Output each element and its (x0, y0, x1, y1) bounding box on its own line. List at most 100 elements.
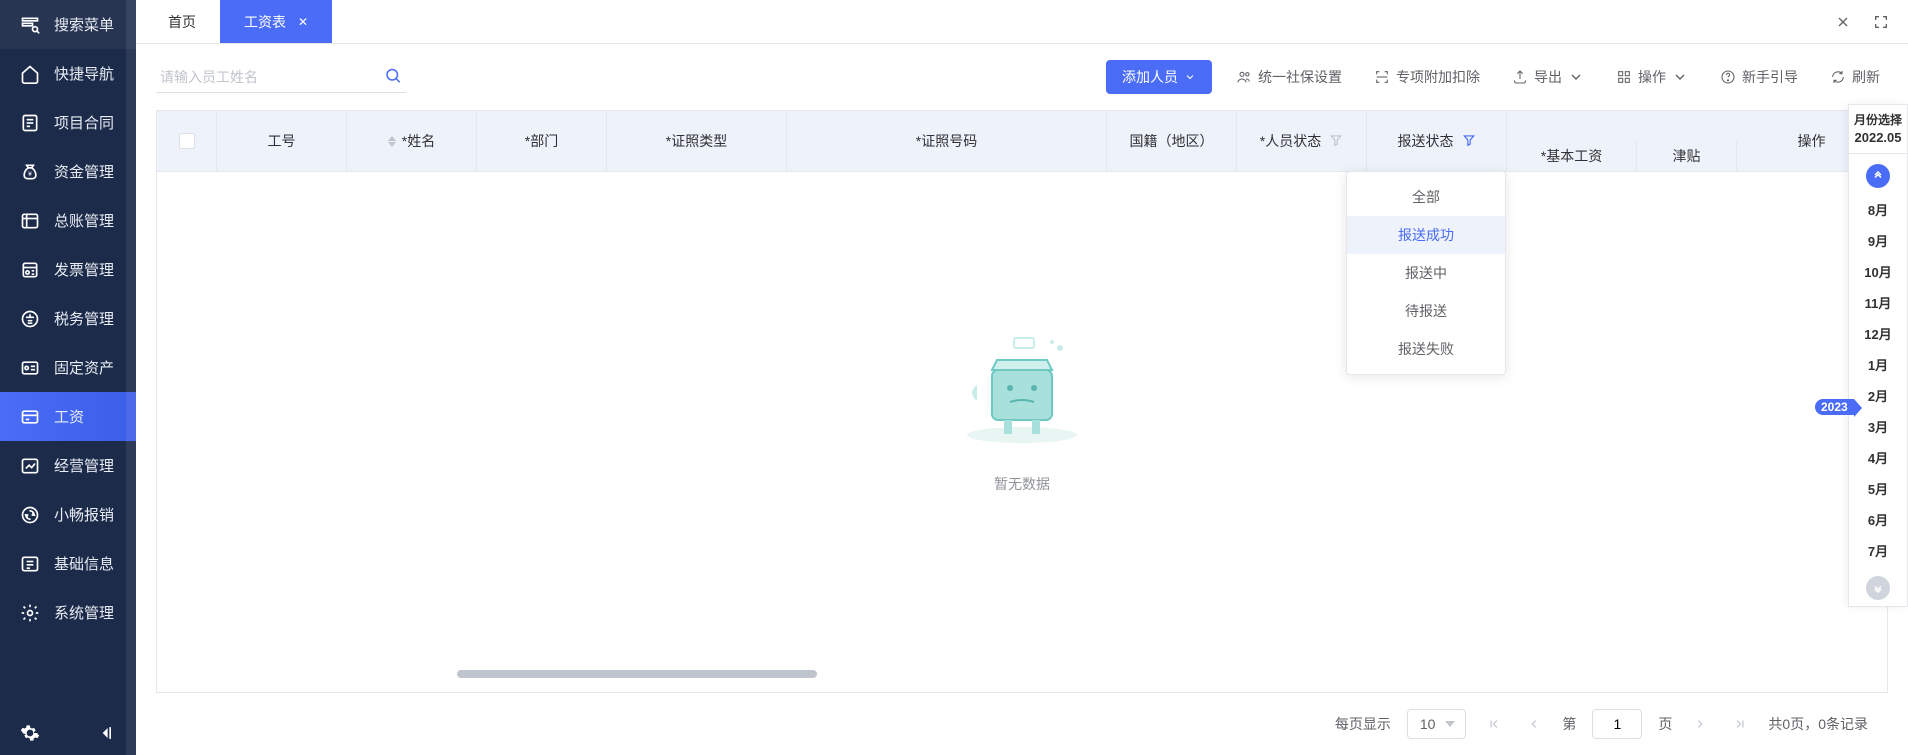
sidebar-item-basic-info[interactable]: 基础信息 (0, 539, 136, 588)
search-list-icon (20, 15, 40, 35)
th-person-status[interactable]: *人员状态 (1237, 111, 1367, 171)
sidebar-item-assets[interactable]: 固定资产 (0, 343, 136, 392)
filter-dropdown: 全部 报送成功 报送中 待报送 报送失败 (1346, 171, 1506, 375)
invoice-icon (20, 260, 40, 280)
th-nationality[interactable]: 国籍（地区） (1107, 111, 1237, 171)
sidebar-item-reimburse[interactable]: 小畅报销 (0, 490, 136, 539)
button-label: 刷新 (1852, 67, 1880, 87)
th-employee-id[interactable]: 工号 (217, 111, 347, 171)
sidebar-item-label: 资金管理 (54, 161, 114, 182)
month-option[interactable]: 8月 (1849, 194, 1907, 225)
sidebar-item-label: 工资 (54, 406, 84, 427)
horizontal-scrollbar[interactable] (457, 670, 817, 678)
button-label: 添加人员 (1122, 67, 1178, 87)
filter-option-success[interactable]: 报送成功 (1347, 216, 1505, 254)
tab-home[interactable]: 首页 (144, 0, 220, 43)
sidebar-item-search-menu[interactable]: 搜索菜单 (0, 0, 136, 49)
month-scroll-up-button[interactable] (1866, 164, 1890, 188)
add-employee-button[interactable]: 添加人员 (1106, 60, 1212, 94)
page-suffix-label: 页 (1658, 714, 1672, 734)
gear-icon[interactable] (20, 723, 40, 743)
th-doc-type[interactable]: *证照类型 (607, 111, 787, 171)
month-option[interactable]: 9月 (1849, 225, 1907, 256)
filter-icon[interactable] (1329, 133, 1343, 150)
ledger-icon (20, 211, 40, 231)
search-input[interactable] (156, 61, 406, 93)
filter-option-failed[interactable]: 报送失败 (1347, 330, 1505, 368)
action-button[interactable]: 操作 (1608, 60, 1696, 94)
filter-icon[interactable] (1462, 133, 1476, 150)
page-size-select[interactable]: 10 (1407, 709, 1467, 739)
month-option[interactable]: 11月 (1849, 287, 1907, 318)
guide-button[interactable]: 新手引导 (1712, 60, 1806, 94)
pagination-summary: 共0页，0条记录 (1768, 714, 1868, 734)
sidebar-item-tax[interactable]: 税务管理 (0, 294, 136, 343)
refresh-button[interactable]: 刷新 (1822, 60, 1888, 94)
th-doc-number[interactable]: *证照号码 (787, 111, 1107, 171)
sidebar-item-system[interactable]: 系统管理 (0, 588, 136, 637)
salary-icon (20, 407, 40, 427)
month-option[interactable]: 10月 (1849, 256, 1907, 287)
sidebar-item-invoice[interactable]: 发票管理 (0, 245, 136, 294)
sidebar-item-funds[interactable]: ¥ 资金管理 (0, 147, 136, 196)
fullscreen-button[interactable] (1866, 7, 1896, 37)
sidebar-item-label: 基础信息 (54, 553, 114, 574)
month-option[interactable]: 5月 (1849, 473, 1907, 504)
tab-close-all-button[interactable] (1828, 7, 1858, 37)
empty-illustration-icon (952, 330, 1092, 450)
th-allowance[interactable]: 津贴 (1637, 141, 1737, 171)
month-option[interactable]: 7月 (1849, 535, 1907, 566)
collapse-icon[interactable] (96, 723, 116, 743)
sidebar-item-project-contract[interactable]: 项目合同 (0, 98, 136, 147)
th-label: *证照号码 (916, 131, 977, 151)
search-icon[interactable] (384, 67, 402, 88)
per-page-label: 每页显示 (1335, 714, 1391, 734)
sidebar-item-salary[interactable]: 工资 (0, 392, 136, 441)
sidebar-item-operations[interactable]: 经营管理 (0, 441, 136, 490)
th-basic-salary[interactable]: *基本工资 (1507, 141, 1637, 171)
filter-option-pending[interactable]: 待报送 (1347, 292, 1505, 330)
sidebar-item-ledger[interactable]: 总账管理 (0, 196, 136, 245)
month-option[interactable]: 12月 (1849, 318, 1907, 349)
month-option[interactable]: 1月 (1849, 349, 1907, 380)
operations-icon (20, 456, 40, 476)
pagination: 每页显示 10 第 页 共0页，0条记录 (136, 693, 1908, 755)
th-name[interactable]: *姓名 (347, 111, 477, 171)
month-option[interactable]: 4月 (1849, 442, 1907, 473)
month-scroll-down-button[interactable] (1866, 576, 1890, 600)
th-report-status[interactable]: 报送状态 全部 报送成功 报送中 待报送 报送失败 (1367, 111, 1507, 171)
sidebar-item-label: 快捷导航 (54, 63, 114, 84)
page-size-value: 10 (1420, 716, 1436, 732)
sidebar-item-label: 发票管理 (54, 259, 114, 280)
month-picker-selected[interactable]: 2022.05 (1849, 130, 1907, 154)
tab-bar: 首页 工资表 ✕ (136, 0, 1908, 44)
filter-option-all[interactable]: 全部 (1347, 178, 1505, 216)
month-picker-panel: 月份选择 2022.05 8月 9月 10月 11月 12月 1月 2月 3月 … (1848, 104, 1908, 607)
prev-page-button[interactable] (1522, 712, 1546, 736)
select-all-checkbox[interactable] (179, 133, 195, 149)
toolbar: 添加人员 统一社保设置 专项附加扣除 导出 操作 (136, 44, 1908, 110)
month-option[interactable]: 6月 (1849, 504, 1907, 535)
tab-salary-sheet[interactable]: 工资表 ✕ (220, 0, 332, 43)
th-label: *人员状态 (1260, 131, 1321, 151)
last-page-button[interactable] (1728, 712, 1752, 736)
year-badge: 2023 (1815, 399, 1854, 415)
first-page-button[interactable] (1482, 712, 1506, 736)
sort-icon[interactable] (388, 136, 396, 147)
button-label: 专项附加扣除 (1396, 67, 1480, 87)
sidebar-item-label: 搜索菜单 (54, 14, 114, 35)
sidebar-item-quick-nav[interactable]: 快捷导航 (0, 49, 136, 98)
empty-state: 暂无数据 (952, 330, 1092, 494)
next-page-button[interactable] (1688, 712, 1712, 736)
social-settings-button[interactable]: 统一社保设置 (1228, 60, 1350, 94)
page-input[interactable] (1592, 709, 1642, 739)
system-icon (20, 603, 40, 623)
filter-option-reporting[interactable]: 报送中 (1347, 254, 1505, 292)
chevron-down-icon (1672, 69, 1688, 85)
close-icon[interactable]: ✕ (298, 15, 308, 29)
th-label: *证照类型 (666, 131, 727, 151)
deduct-button[interactable]: 专项附加扣除 (1366, 60, 1488, 94)
sidebar-scrollbar[interactable] (126, 0, 136, 755)
export-button[interactable]: 导出 (1504, 60, 1592, 94)
th-department[interactable]: *部门 (477, 111, 607, 171)
